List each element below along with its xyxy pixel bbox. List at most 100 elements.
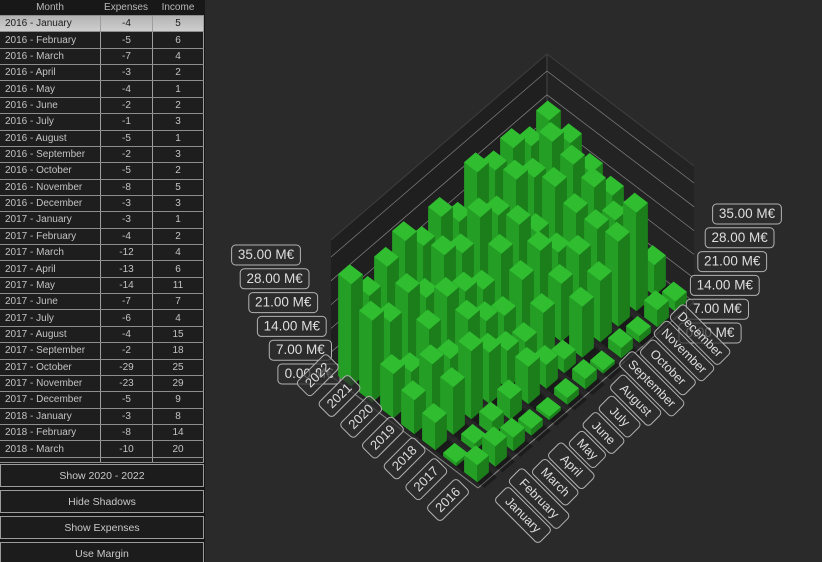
show-expenses-button[interactable]: Show Expenses (0, 516, 204, 539)
table-row[interactable]: 2017 - January -3 1 (0, 211, 204, 228)
column-header-income: Income (161, 2, 195, 13)
bar-2020-January[interactable] (380, 353, 405, 419)
table-row[interactable]: 2017 - February -4 2 (0, 227, 204, 245)
table-row[interactable]: 2018 - February -8 14 (0, 423, 204, 441)
expenses-cell: -13 (100, 261, 152, 277)
income-cell: 5 (152, 179, 204, 195)
table-row[interactable]: 2017 - November -23 29 (0, 374, 204, 392)
income-cell: 1 (152, 212, 204, 228)
expenses-cell: -2 (100, 146, 152, 163)
expenses-cell: -3 (100, 408, 152, 424)
bar-2021-January[interactable] (359, 300, 384, 403)
month-cell: 2017 - January (5, 214, 72, 226)
table-row[interactable]: 2017 - April -13 6 (0, 260, 204, 277)
table-row[interactable]: 2018 - March -10 20 (0, 440, 204, 457)
month-cell: 2017 - February (5, 230, 77, 242)
income-cell: 3 (152, 146, 204, 163)
chart-canvas: 0.00 M€7.00 M€14.00 M€21.00 M€28.00 M€35… (231, 53, 782, 543)
empty-cell (0, 458, 100, 462)
income-cell: 6 (152, 32, 204, 48)
month-cell: 2018 - January (5, 410, 72, 422)
table-row[interactable]: 2017 - December -5 9 (0, 391, 204, 408)
expenses-cell: -10 (100, 441, 152, 457)
svg-text:14.00 M€: 14.00 M€ (697, 277, 754, 292)
month-cell: 2018 - February (5, 427, 77, 439)
expenses-cell: -4 (100, 228, 152, 245)
table-row[interactable]: 2016 - May -4 1 (0, 80, 204, 97)
month-cell: 2018 - March (5, 443, 64, 455)
table-row[interactable]: 2016 - January -4 5 (0, 15, 204, 32)
table-row[interactable]: 2016 - October -5 2 (0, 162, 204, 179)
3d-column-chart[interactable]: 0.00 M€7.00 M€14.00 M€21.00 M€28.00 M€35… (205, 0, 822, 562)
expenses-cell: -5 (100, 32, 152, 48)
value-axis-label: 14.00 M€ (256, 315, 327, 337)
income-cell: 5 (152, 16, 204, 32)
income-cell: 3 (152, 114, 204, 130)
table-row[interactable]: 2016 - November -8 5 (0, 178, 204, 195)
expenses-cell: -6 (100, 310, 152, 326)
value-axis-label: 35.00 M€ (712, 203, 782, 225)
value-axis-label: 21.00 M€ (248, 292, 319, 314)
svg-text:28.00 M€: 28.00 M€ (246, 271, 303, 286)
table-row[interactable]: 2017 - October -29 25 (0, 358, 204, 375)
svg-text:28.00 M€: 28.00 M€ (711, 230, 768, 245)
empty-cell (152, 457, 204, 462)
income-cell: 2 (152, 65, 204, 81)
month-cell: 2017 - September (5, 345, 86, 357)
use-margin-button[interactable]: Use Margin (0, 542, 204, 562)
bar-2017-August[interactable] (569, 286, 594, 359)
month-cell: 2017 - June (5, 296, 58, 308)
income-cell: 2 (152, 97, 204, 114)
table-row[interactable]: 2017 - March -12 4 (0, 244, 204, 261)
table-row[interactable]: 2016 - September -2 3 (0, 145, 204, 163)
income-cell: 14 (152, 424, 204, 441)
expenses-cell: -7 (100, 48, 152, 65)
svg-text:35.00 M€: 35.00 M€ (719, 206, 776, 221)
table-row[interactable]: 2016 - December -3 3 (0, 194, 204, 212)
bar-2019-January[interactable] (401, 380, 426, 435)
table-row[interactable]: 2016 - August -5 1 (0, 129, 204, 146)
table-row[interactable]: 2018 - January -3 8 (0, 407, 204, 424)
table-row[interactable]: 2016 - February -5 6 (0, 31, 204, 48)
income-cell: 25 (152, 359, 204, 375)
svg-text:7.00 M€: 7.00 M€ (693, 301, 742, 316)
expenses-cell: -2 (100, 343, 152, 359)
month-cell: 2017 - July (5, 312, 54, 324)
table-body: 2016 - January -4 5 2016 - February -5 6 2016 … (0, 15, 205, 463)
expenses-cell: -3 (100, 212, 152, 228)
table-row[interactable]: 2017 - June -7 7 (0, 293, 204, 310)
income-cell: 2 (152, 163, 204, 179)
income-cell: 9 (152, 392, 204, 408)
month-cell: 2016 - October (5, 165, 72, 177)
bar-2018-January[interactable] (422, 402, 447, 451)
bar-2022-January[interactable] (338, 264, 363, 387)
month-cell: 2016 - February (5, 34, 77, 46)
income-cell: 4 (152, 245, 204, 261)
expenses-cell: -5 (100, 163, 152, 179)
month-cell: 2016 - December (5, 198, 83, 210)
expenses-cell: -29 (100, 359, 152, 375)
expenses-cell: -5 (100, 130, 152, 146)
show-years-button[interactable]: Show 2020 - 2022 (0, 464, 204, 487)
hide-shadows-button[interactable]: Hide Shadows (0, 490, 204, 513)
income-cell: 4 (152, 310, 204, 326)
table-row[interactable]: 2016 - June -2 2 (0, 96, 204, 114)
month-cell: 2016 - July (5, 116, 54, 128)
income-cell: 6 (152, 261, 204, 277)
table-row[interactable]: 2017 - July -6 4 (0, 309, 204, 326)
expenses-cell: -8 (100, 424, 152, 441)
month-cell: 2017 - October (5, 361, 72, 373)
table-row[interactable]: 2017 - August -4 15 (0, 325, 204, 343)
month-cell: 2017 - March (5, 247, 64, 259)
table-row[interactable]: 2016 - July -1 3 (0, 113, 204, 130)
value-axis-label: 35.00 M€ (231, 244, 301, 266)
month-cell: 2016 - April (5, 67, 56, 79)
table-row[interactable]: 2017 - May -14 11 (0, 276, 204, 294)
expenses-cell: -3 (100, 195, 152, 212)
month-cell: 2017 - May (5, 279, 56, 291)
table-row[interactable]: 2016 - March -7 4 (0, 47, 204, 65)
table-row-partial (0, 456, 204, 463)
table-row[interactable]: 2017 - September -2 18 (0, 342, 204, 359)
svg-text:35.00 M€: 35.00 M€ (238, 247, 295, 262)
table-row[interactable]: 2016 - April -3 2 (0, 64, 204, 81)
